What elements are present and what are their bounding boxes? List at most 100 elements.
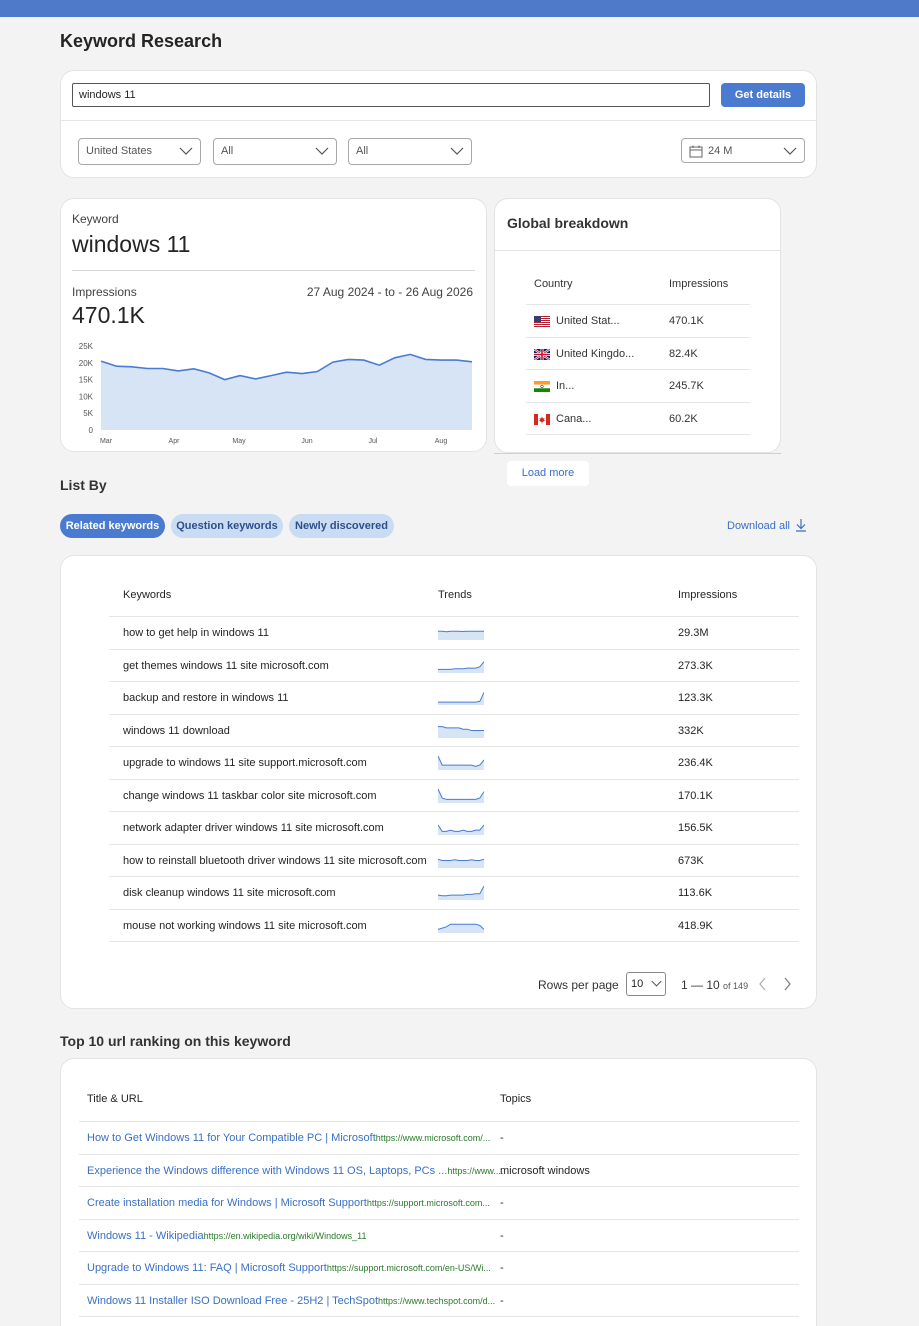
impressions-value: 470.1K (72, 302, 145, 328)
download-all-link[interactable]: Download all (727, 520, 790, 532)
table-header-row: Keywords Trends Impressions (109, 577, 799, 617)
table-row[interactable]: change windows 11 taskbar color site mic… (109, 780, 799, 812)
sparkline-line (438, 858, 484, 861)
table-row[interactable]: disk cleanup windows 11 site microsoft.c… (109, 877, 799, 910)
url-text[interactable]: https://www.... (447, 1166, 503, 1176)
filter-dropdown-2[interactable]: All (213, 138, 337, 165)
country-row: United Kingdo... 82.4K (526, 338, 750, 370)
tab-question-keywords[interactable]: Question keywords (171, 514, 283, 538)
sparkline-area (438, 692, 484, 705)
country-row: United Stat... 470.1K (526, 305, 750, 338)
rows-per-page-select[interactable]: 10 (626, 972, 666, 996)
url-title[interactable]: Windows 11 Installer ISO Download Free -… (87, 1295, 378, 1307)
table-header-row: Country Impressions (526, 277, 750, 305)
filter-dropdown-2-value: All (221, 145, 234, 157)
url-title[interactable]: Experience the Windows difference with W… (87, 1165, 447, 1177)
trend-sparkline (438, 788, 484, 803)
country-name: United Kingdo... (556, 347, 635, 360)
search-panel: Get details United States All All 24 M (60, 70, 817, 178)
keyword-text[interactable]: network adapter driver windows 11 site m… (123, 822, 384, 834)
url-title-link[interactable]: Upgrade to Windows 11: FAQ | Microsoft S… (87, 1262, 491, 1274)
url-title-link[interactable]: Windows 11 - Wikipediahttps://en.wikiped… (87, 1230, 366, 1242)
chevron-right-icon[interactable] (782, 977, 792, 991)
country-name: Cana... (556, 412, 592, 425)
search-divider (61, 120, 816, 121)
top-bar (0, 0, 919, 17)
keyword-text[interactable]: upgrade to windows 11 site support.micro… (123, 757, 367, 769)
url-text[interactable]: https://www.techspot.com/d... (378, 1296, 495, 1306)
table-row[interactable]: get themes windows 11 site microsoft.com… (109, 650, 799, 682)
url-topic: - (500, 1197, 504, 1209)
keyword-impressions: 673K (678, 854, 704, 867)
keyword-text[interactable]: change windows 11 taskbar color site mic… (123, 790, 377, 802)
table-row: Windows 11 - Wikipediahttps://en.wikiped… (79, 1220, 799, 1252)
global-breakdown-table: Country Impressions United Stat... 470.1K… (526, 277, 750, 435)
keyword-text[interactable]: get themes windows 11 site microsoft.com (123, 660, 329, 672)
url-title[interactable]: Upgrade to Windows 11: FAQ | Microsoft S… (87, 1262, 327, 1274)
trend-sparkline (438, 755, 484, 770)
keyword-text[interactable]: how to get help in windows 11 (123, 627, 269, 639)
country-name: In... (556, 380, 575, 392)
keyword-text[interactable]: windows 11 download (123, 725, 230, 737)
keyword-impressions: 273.3K (678, 659, 713, 672)
column-header-topics: Topics (500, 1093, 532, 1105)
rows-per-page-value: 10 (631, 978, 644, 990)
url-title[interactable]: Create installation media for Windows | … (87, 1197, 367, 1209)
download-icon[interactable] (795, 518, 807, 532)
sparkline-area (438, 788, 484, 803)
trend-sparkline (438, 692, 484, 705)
sparkline-area (438, 756, 484, 770)
country-impressions: 82.4K (669, 347, 698, 360)
table-row: Experience the Windows difference with W… (79, 1155, 799, 1187)
url-text[interactable]: https://support.microsoft.com... (367, 1198, 490, 1208)
chevron-down-icon (179, 147, 193, 155)
impressions-area-chart: 0 5K 10K 15K 20K 25K Mar Apr May Jun Jul Aug (79, 342, 473, 445)
country-impressions: 470.1K (669, 315, 704, 327)
get-details-button[interactable]: Get details (721, 83, 805, 107)
table-row[interactable]: mouse not working windows 11 site micros… (109, 910, 799, 942)
trend-sparkline (438, 630, 484, 640)
keyword-text[interactable]: mouse not working windows 11 site micros… (123, 920, 367, 932)
impressions-label: Impressions (72, 285, 137, 299)
canada-flag-icon (534, 413, 550, 425)
tab-newly-discovered[interactable]: Newly discovered (289, 514, 394, 538)
sparkline-line (438, 788, 484, 800)
table-row[interactable]: windows 11 download 332K (109, 715, 799, 747)
keyword-text[interactable]: disk cleanup windows 11 site microsoft.c… (123, 887, 336, 899)
url-title-link[interactable]: How to Get Windows 11 for Your Compatibl… (87, 1132, 490, 1144)
tab-related-keywords[interactable]: Related keywords (60, 514, 165, 538)
table-row[interactable]: upgrade to windows 11 site support.micro… (109, 747, 799, 780)
keyword-text[interactable]: backup and restore in windows 11 (123, 692, 289, 704)
url-title[interactable]: Windows 11 - Wikipedia (87, 1230, 204, 1242)
global-breakdown-title: Global breakdown (507, 215, 629, 231)
url-text[interactable]: https://en.wikipedia.org/wiki/Windows_11 (204, 1231, 367, 1241)
table-row[interactable]: how to get help in windows 11 29.3M (109, 617, 799, 650)
trend-sparkline (438, 824, 484, 835)
date-range-dropdown[interactable]: 24 M (681, 138, 805, 163)
load-more-button[interactable]: Load more (507, 461, 589, 486)
y-tick-label: 0 (89, 426, 94, 435)
filter-dropdown-3[interactable]: All (348, 138, 472, 165)
url-topic: - (500, 1262, 504, 1274)
table-row[interactable]: network adapter driver windows 11 site m… (109, 812, 799, 845)
y-tick-label: 10K (79, 392, 94, 401)
country-row: Cana... 60.2K (526, 403, 750, 435)
trend-sparkline (438, 923, 484, 933)
url-title[interactable]: How to Get Windows 11 for Your Compatibl… (87, 1132, 376, 1144)
table-row[interactable]: how to reinstall bluetooth driver window… (109, 845, 799, 877)
filter-dropdown-3-value: All (356, 145, 369, 157)
url-title-link[interactable]: Experience the Windows difference with W… (87, 1165, 503, 1177)
keyword-text[interactable]: how to reinstall bluetooth driver window… (123, 855, 427, 867)
x-tick-label: Mar (100, 438, 113, 445)
list-by-title: List By (60, 477, 107, 493)
divider (494, 453, 781, 454)
country-dropdown[interactable]: United States (78, 138, 201, 165)
chevron-left-icon[interactable] (758, 977, 768, 991)
keyword-value: windows 11 (72, 231, 191, 257)
table-row[interactable]: backup and restore in windows 11 123.3K (109, 682, 799, 715)
url-text[interactable]: https://support.microsoft.com/en-US/Wi..… (327, 1263, 491, 1273)
url-title-link[interactable]: Create installation media for Windows | … (87, 1197, 490, 1209)
url-title-link[interactable]: Windows 11 Installer ISO Download Free -… (87, 1295, 495, 1307)
keyword-search-input[interactable] (72, 83, 710, 107)
url-text[interactable]: https://www.microsoft.com/... (376, 1133, 491, 1143)
